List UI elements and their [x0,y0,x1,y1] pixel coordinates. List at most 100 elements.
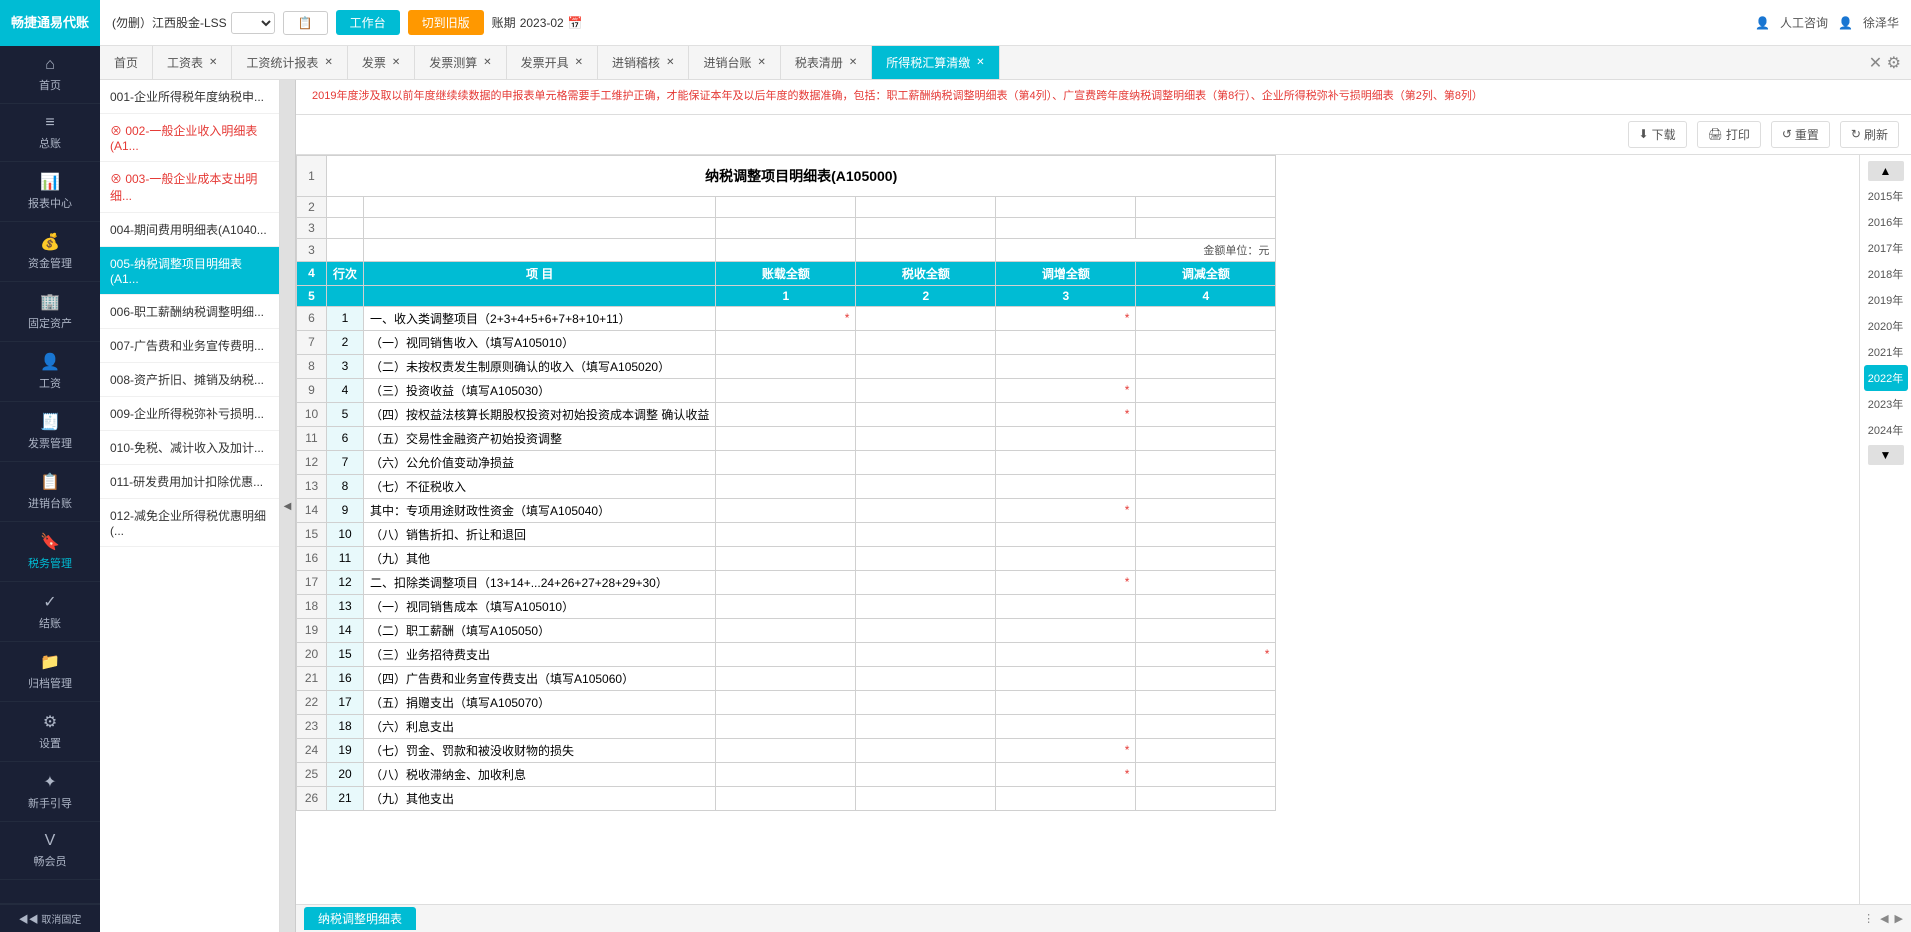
workbench-btn[interactable]: 工作台 [336,10,400,35]
c3-13[interactable] [996,474,1136,498]
c1-7[interactable] [716,330,856,354]
c2-6[interactable] [856,306,996,330]
c2-21[interactable] [856,666,996,690]
c4-25[interactable] [1136,762,1276,786]
left-panel-item-010[interactable]: 010-免税、减计收入及加计... [100,431,279,465]
tab-invoice[interactable]: 发票✕ [348,46,415,79]
year-item-2020年[interactable]: 2020年 [1864,313,1908,339]
c3-24[interactable]: * [996,738,1136,762]
c4-14[interactable] [1136,498,1276,522]
left-scroll-btn[interactable]: ◀ [1880,912,1888,925]
c2-22[interactable] [856,690,996,714]
tab-income-tax[interactable]: 所得税汇算清缴✕ [872,46,999,79]
c1-12[interactable] [716,450,856,474]
c4-7[interactable] [1136,330,1276,354]
c2-7[interactable] [856,330,996,354]
c2-12[interactable] [856,450,996,474]
c4-8[interactable] [1136,354,1276,378]
c4-22[interactable] [1136,690,1276,714]
tab-close-invoice-open[interactable]: ✕ [575,57,583,68]
close-all-tabs-btn[interactable]: ✕ ⚙ [1859,53,1911,73]
c2-18[interactable] [856,594,996,618]
c2-24[interactable] [856,738,996,762]
sidebar-item-asset-mgmt[interactable]: 💰资金管理 [0,222,100,282]
pin-toggle[interactable]: ◀◀ 取消固定 [0,904,100,932]
c3-7[interactable] [996,330,1136,354]
c1-26[interactable] [716,786,856,810]
tab-close-payroll[interactable]: ✕ [209,57,217,68]
c4-26[interactable] [1136,786,1276,810]
c1-10[interactable] [716,402,856,426]
sheet-tab[interactable]: 纳税调整明细表 [304,907,416,930]
c4-16[interactable] [1136,546,1276,570]
tab-close-payroll-stat[interactable]: ✕ [324,57,332,68]
left-panel-item-008[interactable]: 008-资产折旧、摊销及纳税... [100,363,279,397]
c3-22[interactable] [996,690,1136,714]
c2-14[interactable] [856,498,996,522]
tab-close-invoice-calc[interactable]: ✕ [483,57,491,68]
c1-17[interactable] [716,570,856,594]
c4-18[interactable] [1136,594,1276,618]
c1-11[interactable] [716,426,856,450]
c4-19[interactable] [1136,618,1276,642]
c2-19[interactable] [856,618,996,642]
c3-19[interactable] [996,618,1136,642]
collapse-btn[interactable]: ◀ [280,80,296,932]
left-panel-item-002[interactable]: ⊗ 002-一般企业收入明细表(A1... [100,114,279,162]
c2-17[interactable] [856,570,996,594]
sidebar-item-new-guide[interactable]: ✦新手引导 [0,762,100,822]
year-item-2016年[interactable]: 2016年 [1864,209,1908,235]
year-item-2023年[interactable]: 2023年 [1864,391,1908,417]
sidebar-item-invoice-mgmt[interactable]: 🧾发票管理 [0,402,100,462]
tab-tax-clear[interactable]: 税表清册✕ [781,46,872,79]
left-panel-item-001[interactable]: 001-企业所得税年度纳税申... [100,80,279,114]
c4-15[interactable] [1136,522,1276,546]
c3-17[interactable]: * [996,570,1136,594]
c3-11[interactable] [996,426,1136,450]
left-panel-item-004[interactable]: 004-期间费用明细表(A1040... [100,213,279,247]
calendar-icon[interactable]: 📅 [568,16,583,30]
c4-6[interactable] [1136,306,1276,330]
year-item-2022年[interactable]: 2022年 [1864,365,1908,391]
year-item-2015年[interactable]: 2015年 [1864,183,1908,209]
year-item-2019年[interactable]: 2019年 [1864,287,1908,313]
left-panel-item-003[interactable]: ⊗ 003-一般企业成本支出明细... [100,162,279,213]
c2-13[interactable] [856,474,996,498]
refresh-btn[interactable]: ↻ 刷新 [1840,121,1899,148]
c2-20[interactable] [856,642,996,666]
c4-11[interactable] [1136,426,1276,450]
sidebar-item-ledger[interactable]: ≡总账 [0,104,100,162]
c1-15[interactable] [716,522,856,546]
download-btn[interactable]: ⬇ 下载 [1628,121,1687,148]
c4-21[interactable] [1136,666,1276,690]
c1-14[interactable] [716,498,856,522]
year-item-2017年[interactable]: 2017年 [1864,235,1908,261]
c1-16[interactable] [716,546,856,570]
sidebar-item-tax-mgmt[interactable]: 🔖税务管理 [0,522,100,582]
c1-6[interactable]: * [716,306,856,330]
c3-23[interactable] [996,714,1136,738]
c4-13[interactable] [1136,474,1276,498]
sidebar-item-fixed-asset[interactable]: 🏢固定资产 [0,282,100,342]
print-btn[interactable]: 🖨 打印 [1697,121,1761,148]
c4-20[interactable]: * [1136,642,1276,666]
c4-9[interactable] [1136,378,1276,402]
c3-18[interactable] [996,594,1136,618]
c2-8[interactable] [856,354,996,378]
sidebar-item-home[interactable]: ⌂首页 [0,46,100,104]
c4-23[interactable] [1136,714,1276,738]
c2-16[interactable] [856,546,996,570]
tab-close-tax-clear[interactable]: ✕ [849,57,857,68]
tab-close-input-ledger[interactable]: ✕ [757,57,765,68]
tab-payroll[interactable]: 工资表✕ [153,46,232,79]
year-item-2021年[interactable]: 2021年 [1864,339,1908,365]
old-version-btn[interactable]: 切到旧版 [408,10,484,35]
c2-26[interactable] [856,786,996,810]
tab-input-ledger[interactable]: 进销台账✕ [689,46,780,79]
sidebar-item-archive[interactable]: 📁归档管理 [0,642,100,702]
sheet-main[interactable]: 1纳税调整项目明细表(A105000)233金额单位：元 4 行次 项 目 账载… [296,155,1859,904]
sidebar-item-settle[interactable]: ✓结账 [0,582,100,642]
c1-19[interactable] [716,618,856,642]
c1-20[interactable] [716,642,856,666]
sidebar-item-input-tax[interactable]: 📋进销台账 [0,462,100,522]
